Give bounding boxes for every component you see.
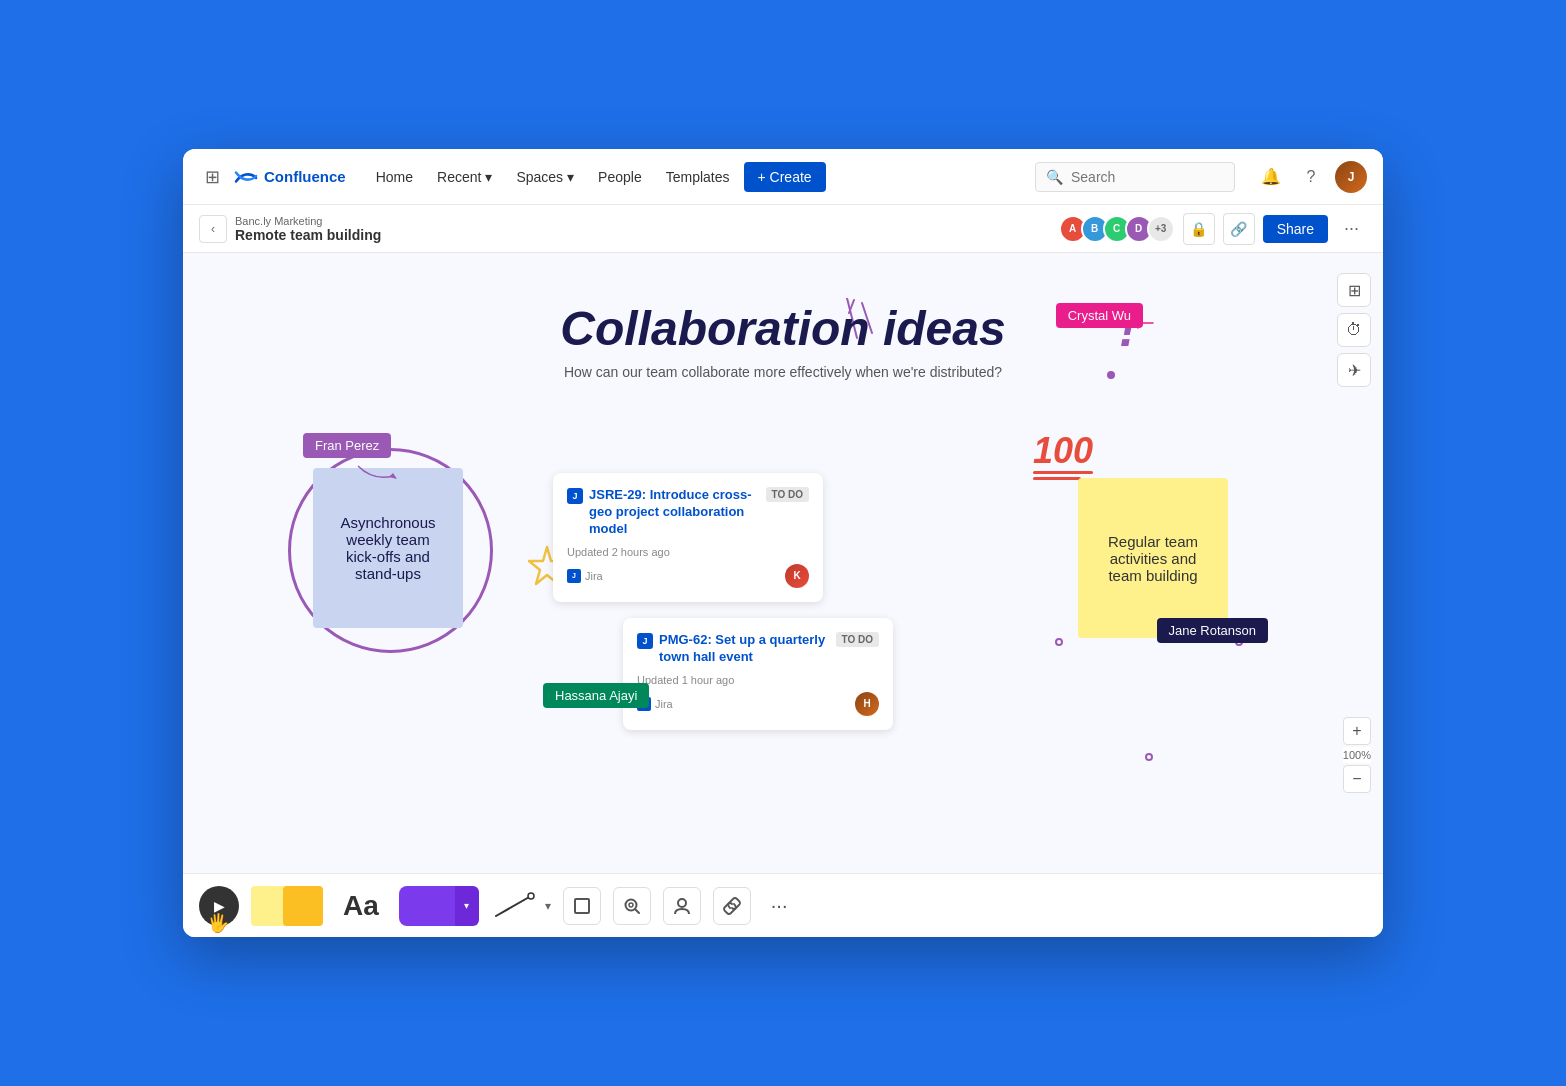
canvas-title-area: Collaboration ideas How can our team col… (560, 303, 1005, 380)
shape-tool-button[interactable] (563, 887, 601, 925)
link-icon (722, 896, 742, 916)
jira-todo-badge-1: TO DO (766, 487, 809, 502)
browser-window: ⊞ Confluence Home Recent ▾ Spaces ▾ Peop… (183, 149, 1383, 937)
create-button[interactable]: + Create (744, 162, 826, 192)
jira-card-1-title: JSRE-29: Introduce cross-geo project col… (589, 487, 766, 538)
line-tool-icon (491, 891, 541, 921)
person-tool-button[interactable] (663, 887, 701, 925)
jira-user-avatar-1: K (785, 564, 809, 588)
notifications-icon[interactable]: 🔔 (1255, 161, 1287, 193)
top-nav: ⊞ Confluence Home Recent ▾ Spaces ▾ Peop… (183, 149, 1383, 205)
canvas-main-title: Collaboration ideas (560, 303, 1005, 356)
cursor-area: ▶ 🖐 (199, 886, 239, 926)
zoom-minus-button[interactable]: − (1343, 765, 1371, 793)
sticky-note-yellow: Regular team activities and team buildin… (1078, 478, 1228, 638)
svg-line-10 (635, 909, 639, 913)
handle-dot-bottom (1145, 753, 1153, 761)
lock-icon-btn[interactable]: 🔒 (1183, 213, 1215, 245)
nav-links: Home Recent ▾ Spaces ▾ People Templates … (366, 162, 1027, 192)
zoom-level-display: 100% (1343, 747, 1371, 763)
nav-templates[interactable]: Templates (656, 163, 740, 191)
jira-card-2: J PMG-62: Set up a quarterly town hall e… (623, 618, 893, 730)
sidebar-toggle-button[interactable]: ‹ (199, 215, 227, 243)
color-picker-group: ▾ (399, 886, 479, 926)
jira-card-1: J JSRE-29: Introduce cross-geo project c… (553, 473, 823, 602)
svg-point-7 (528, 893, 534, 899)
svg-rect-8 (575, 899, 589, 913)
avatar-count: +3 (1147, 215, 1175, 243)
link-tool-button[interactable] (713, 887, 751, 925)
dot-decoration (1107, 371, 1115, 379)
breadcrumb-area: Banc.ly Marketing Remote team building (235, 215, 381, 243)
zoom-plus-button[interactable]: + (1343, 717, 1371, 745)
color-picker-dropdown[interactable]: ▾ (455, 886, 479, 926)
line-tool-group[interactable]: ▾ (491, 891, 551, 921)
jira-source-1: J Jira (567, 569, 603, 583)
jira-card-2-meta: Updated 1 hour ago (637, 674, 879, 686)
nav-right-icons: 🔔 ? J (1255, 161, 1367, 193)
share-button[interactable]: Share (1263, 215, 1328, 243)
crystal-wu-label: Crystal Wu (1056, 303, 1143, 328)
more-options-button[interactable]: ··· (1336, 214, 1367, 243)
link-icon-btn[interactable]: 🔗 (1223, 213, 1255, 245)
search-canvas-icon (622, 896, 642, 916)
jira-card-2-title: PMG-62: Set up a quarterly town hall eve… (659, 632, 836, 666)
search-box[interactable]: 🔍 (1035, 162, 1235, 192)
svg-point-12 (678, 899, 686, 907)
nav-home[interactable]: Home (366, 163, 423, 191)
page-header: ‹ Banc.ly Marketing Remote team building… (183, 205, 1383, 253)
svg-line-6 (496, 896, 531, 916)
bottom-toolbar: ▶ 🖐 Aa ▾ ▾ (183, 873, 1383, 937)
toolbar-more-button[interactable]: ··· (763, 890, 796, 921)
search-icon: 🔍 (1046, 169, 1063, 185)
jira-user-avatar-2: H (855, 692, 879, 716)
confluence-logo-text: Confluence (264, 168, 346, 185)
shape-icon (572, 896, 592, 916)
help-icon[interactable]: ? (1295, 161, 1327, 193)
zoom-controls: + 100% − (1343, 717, 1371, 793)
collaborators-avatars: A B C D +3 (1059, 215, 1175, 243)
line-dropdown-arrow[interactable]: ▾ (545, 899, 551, 913)
hassana-ajayi-label: Hassana Ajayi (543, 683, 649, 708)
confluence-logo: Confluence (234, 165, 346, 189)
stickers-group[interactable] (251, 886, 323, 926)
svg-point-11 (629, 903, 633, 907)
page-title: Remote team building (235, 227, 381, 243)
person-icon (672, 896, 692, 916)
svg-marker-3 (389, 473, 397, 479)
nav-spaces[interactable]: Spaces ▾ (506, 163, 584, 191)
breadcrumb-parent: Banc.ly Marketing (235, 215, 381, 227)
fran-perez-label: Fran Perez (303, 433, 391, 458)
search-input[interactable] (1071, 169, 1221, 185)
nav-people[interactable]: People (588, 163, 652, 191)
canvas-subtitle: How can our team collaborate more effect… (560, 364, 1005, 380)
color-picker-button[interactable] (399, 886, 455, 926)
cursor-hand-icon: 🖐 (207, 912, 229, 934)
jane-rotanson-label: Jane Rotanson (1157, 618, 1268, 643)
sticky-note-blue: Asynchronous weekly team kick-offs and s… (313, 468, 463, 628)
fran-arrow (353, 461, 403, 491)
hundred-decoration: 100 (1033, 433, 1093, 480)
nav-recent[interactable]: Recent ▾ (427, 163, 502, 191)
jira-icon-2: J (637, 633, 653, 649)
jira-card-1-meta: Updated 2 hours ago (567, 546, 809, 558)
search-tool-button[interactable] (613, 887, 651, 925)
handle-dot-left (1055, 638, 1063, 646)
jira-icon-1: J (567, 488, 583, 504)
jira-todo-badge-2: TO DO (836, 632, 879, 647)
canvas-content: Collaboration ideas How can our team col… (183, 253, 1383, 873)
user-avatar-nav[interactable]: J (1335, 161, 1367, 193)
page-header-right: A B C D +3 🔒 🔗 Share ··· (1059, 213, 1367, 245)
canvas-area: ⊞ ⏱ ✈ Collaboration ideas How can our te… (183, 253, 1383, 873)
text-tool-button[interactable]: Aa (335, 890, 387, 922)
sticker-orange[interactable] (283, 886, 323, 926)
grid-icon[interactable]: ⊞ (199, 160, 226, 194)
